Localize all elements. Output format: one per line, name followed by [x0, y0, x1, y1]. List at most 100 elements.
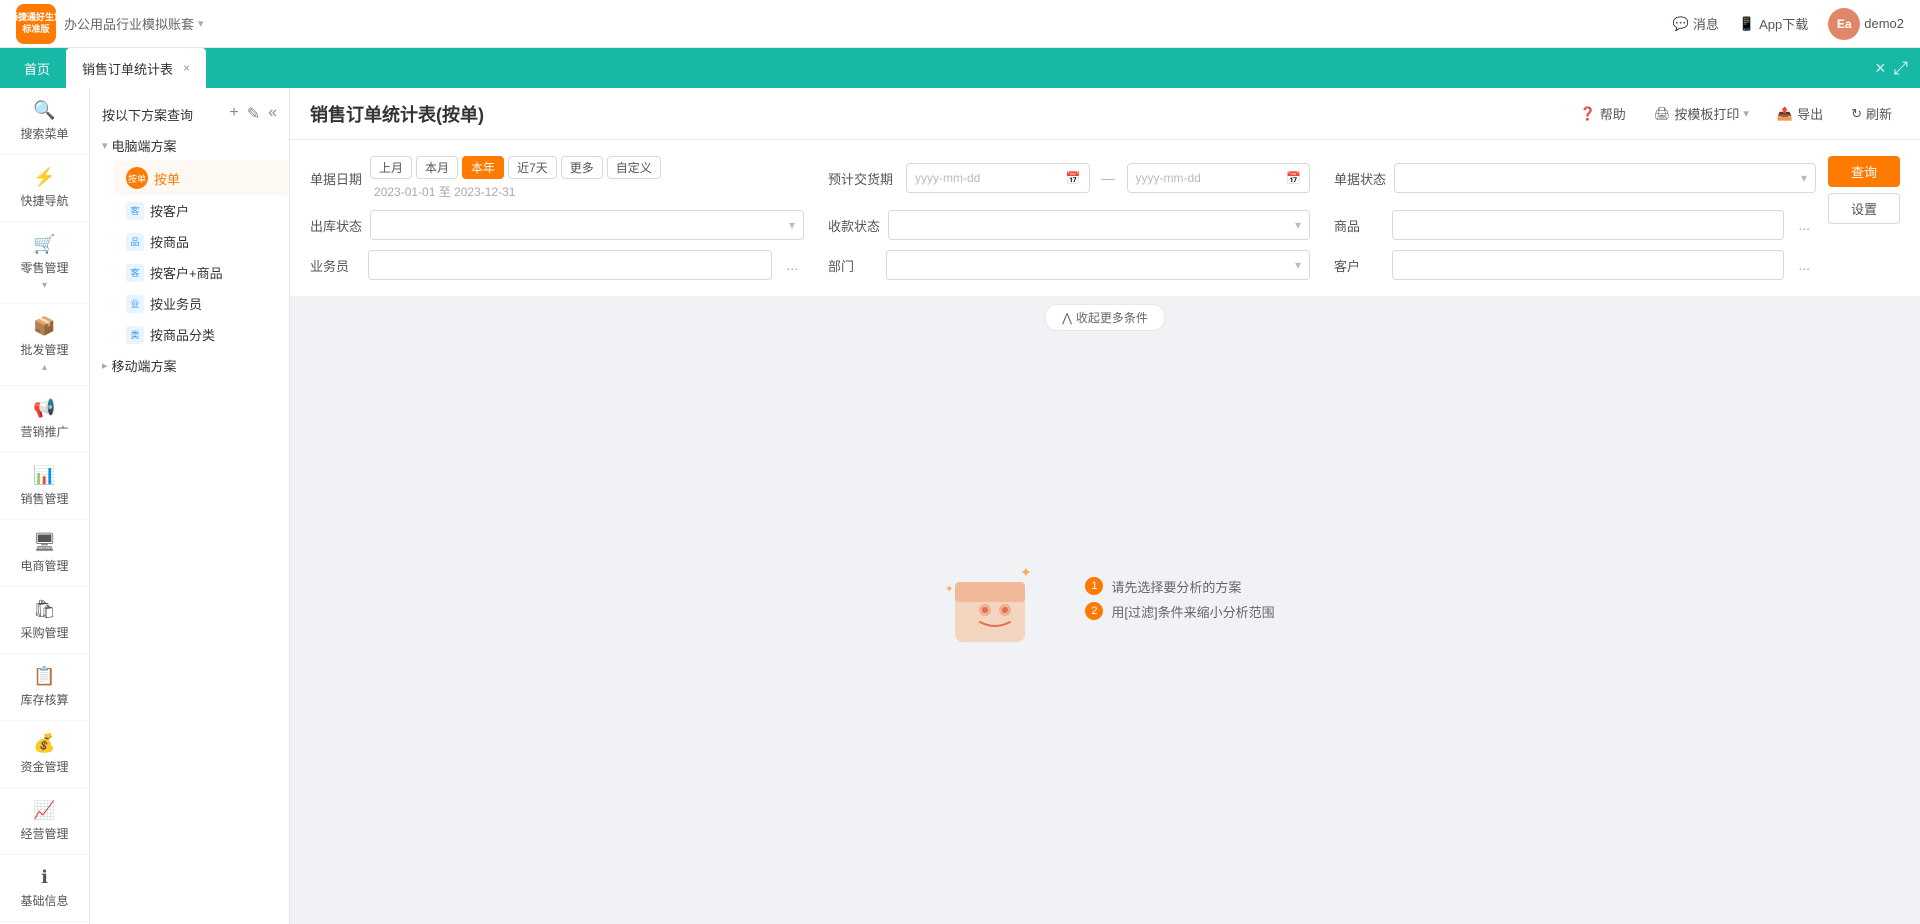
tree-children-pc: 按单 按单 客 按客户 品 按商品 客 按客户+商品 — [90, 161, 289, 350]
business-icon: 📈 — [33, 800, 55, 821]
staff-ellipsis-button[interactable]: ... — [780, 255, 804, 275]
date-label: 单据日期 — [310, 169, 362, 188]
tab-bar: 首页 销售订单统计表 × × ⤢ — [0, 48, 1920, 88]
help-icon: ❓ — [1580, 106, 1596, 122]
expected-date-start[interactable]: yyyy-mm-dd 📅 — [906, 163, 1090, 193]
scheme-by-category[interactable]: 类 按商品分类 — [114, 319, 289, 350]
print-button[interactable]: 🖨 按模板打印 ▾ — [1646, 100, 1757, 127]
order-icon: 按单 — [126, 167, 148, 189]
tree-group-pc-header[interactable]: ▾ 电脑端方案 — [90, 130, 289, 161]
status-label: 单据状态 — [1334, 169, 1386, 188]
top-bar-left: 畅捷通好生意 标准版 办公用品行业模拟账套 ▾ — [16, 4, 204, 44]
sidebar-item-marketing[interactable]: 📢 营销推广 — [0, 386, 89, 453]
tab-home[interactable]: 首页 — [8, 48, 66, 88]
sidebar-item-sales[interactable]: 📊 销售管理 — [0, 453, 89, 520]
sidebar-item-inventory[interactable]: 📋 库存核算 — [0, 654, 89, 721]
step1-num: 1 — [1085, 577, 1103, 595]
date-btn-custom[interactable]: 自定义 — [607, 156, 661, 179]
query-button[interactable]: 查询 — [1828, 156, 1900, 187]
help-button[interactable]: ❓ 帮助 — [1572, 100, 1634, 127]
collapse-panel-button[interactable]: « — [268, 104, 277, 124]
collapse-icon: ⋀ — [1062, 311, 1072, 325]
out-status-select[interactable]: ▾ — [370, 210, 804, 240]
empty-illustration: ✦ ✦ — [935, 542, 1055, 662]
purchase-icon: 🛍 — [33, 599, 56, 620]
dept-select[interactable]: ▾ — [886, 250, 1310, 280]
customer-ellipsis-button[interactable]: ... — [1792, 255, 1816, 275]
refresh-button[interactable]: ↻ 刷新 — [1843, 100, 1900, 127]
category-scheme-icon: 类 — [126, 326, 144, 344]
add-scheme-button[interactable]: + — [229, 104, 238, 124]
user-avatar: Ea — [1828, 8, 1860, 40]
date-dash: — — [1098, 171, 1119, 186]
user-menu[interactable]: Ea demo2 — [1828, 8, 1904, 40]
ecommerce-icon: 🖥 — [33, 532, 56, 553]
date-btn-group: 上月 本月 本年 近7天 更多 自定义 — [370, 156, 804, 179]
sidebar-item-retail[interactable]: 🛒 零售管理 ▾ — [0, 222, 89, 304]
status-select[interactable]: ▾ — [1394, 163, 1816, 193]
retail-arrow-icon: ▾ — [42, 280, 47, 291]
scheme-by-staff[interactable]: 业 按业务员 — [114, 288, 289, 319]
svg-text:✦: ✦ — [1020, 564, 1032, 580]
export-button[interactable]: 📤 导出 — [1769, 100, 1831, 127]
customer-scheme-icon: 客 — [126, 202, 144, 220]
sidebar-item-purchase[interactable]: 🛍 采购管理 — [0, 587, 89, 654]
goods-ellipsis-button[interactable]: ... — [1792, 215, 1816, 235]
collapse-button[interactable]: ⋀ 收起更多条件 — [1045, 304, 1165, 331]
tree-group-mobile-header[interactable]: ▸ 移动端方案 — [90, 350, 289, 381]
right-main: 销售订单统计表(按单) ❓ 帮助 🖨 按模板打印 ▾ 📤 导出 — [290, 88, 1920, 924]
staff-input[interactable] — [368, 250, 772, 280]
scheme-by-order[interactable]: 按单 按单 — [114, 161, 289, 195]
page-header: 销售订单统计表(按单) ❓ 帮助 🖨 按模板打印 ▾ 📤 导出 — [290, 88, 1920, 140]
expected-date-end[interactable]: yyyy-mm-dd 📅 — [1127, 163, 1311, 193]
date-btn-prev-month[interactable]: 上月 — [370, 156, 412, 179]
left-panel-actions: + ✎ « — [229, 104, 277, 124]
export-icon: 📤 — [1777, 106, 1793, 122]
sidebar-item-wholesale[interactable]: 📦 批发管理 ▴ — [0, 304, 89, 386]
payment-status-select[interactable]: ▾ — [888, 210, 1310, 240]
sidebar-item-finance[interactable]: 💰 资金管理 — [0, 721, 89, 788]
tree-expand-icon: ▾ — [102, 139, 108, 152]
out-status-label: 出库状态 — [310, 216, 362, 235]
goods-input[interactable] — [1392, 210, 1784, 240]
sidebar-item-business[interactable]: 📈 经营管理 — [0, 788, 89, 855]
customer-input[interactable] — [1392, 250, 1784, 280]
staff-label: 业务员 — [310, 256, 360, 275]
message-button[interactable]: 💬 消息 — [1673, 14, 1719, 33]
date-btn-more[interactable]: 更多 — [561, 156, 603, 179]
inventory-icon: 📋 — [33, 666, 55, 687]
window-max-button[interactable]: ⤢ — [1894, 58, 1908, 79]
scheme-by-goods[interactable]: 品 按商品 — [114, 226, 289, 257]
tab-window-controls: × ⤢ — [1875, 58, 1920, 79]
app-download-button[interactable]: 📱 App下载 — [1739, 14, 1808, 33]
tab-sales-order[interactable]: 销售订单统计表 × — [66, 48, 206, 88]
staff-scheme-icon: 业 — [126, 295, 144, 313]
window-close-button[interactable]: × — [1875, 58, 1886, 79]
date-btn-this-year[interactable]: 本年 — [462, 156, 504, 179]
quick-nav-icon: ⚡ — [33, 167, 55, 188]
tree-group-pc: ▾ 电脑端方案 按单 按单 客 按客户 品 按商品 — [90, 130, 289, 350]
settings-button[interactable]: 设置 — [1828, 193, 1900, 224]
status-arrow-icon: ▾ — [1801, 171, 1807, 185]
goods-scheme-icon: 品 — [126, 233, 144, 251]
scheme-by-cust-goods[interactable]: 客 按客户+商品 — [114, 257, 289, 288]
sidebar-item-ecommerce[interactable]: 🖥 电商管理 — [0, 520, 89, 587]
sidebar-item-search[interactable]: 🔍 搜索菜单 — [0, 88, 89, 155]
date-btn-7days[interactable]: 近7天 — [508, 156, 557, 179]
step2-num: 2 — [1085, 602, 1103, 620]
app-title[interactable]: 办公用品行业模拟账套 ▾ — [64, 14, 204, 33]
top-bar: 畅捷通好生意 标准版 办公用品行业模拟账套 ▾ 💬 消息 📱 App下载 Ea … — [0, 0, 1920, 48]
scheme-by-customer[interactable]: 客 按客户 — [114, 195, 289, 226]
tree-collapse-icon: ▸ — [102, 359, 108, 372]
edit-scheme-button[interactable]: ✎ — [247, 104, 260, 124]
sidebar-item-basic[interactable]: ℹ 基础信息 — [0, 855, 89, 922]
tab-close-icon[interactable]: × — [183, 61, 190, 75]
dept-arrow-icon: ▾ — [1295, 258, 1301, 272]
date-btn-this-month[interactable]: 本月 — [416, 156, 458, 179]
left-panel: 按以下方案查询 + ✎ « ▾ 电脑端方案 按单 按单 — [90, 88, 290, 924]
marketing-icon: 📢 — [33, 398, 55, 419]
date-range-text: 2023-01-01 至 2023-12-31 — [374, 183, 804, 200]
customer-label: 客户 — [1334, 256, 1384, 275]
empty-state: ✦ ✦ 1 请先选择要分析的方案 2 用[过滤]条件来缩小分析范围 — [290, 339, 1920, 924]
sidebar-item-quick-nav[interactable]: ⚡ 快捷导航 — [0, 155, 89, 222]
